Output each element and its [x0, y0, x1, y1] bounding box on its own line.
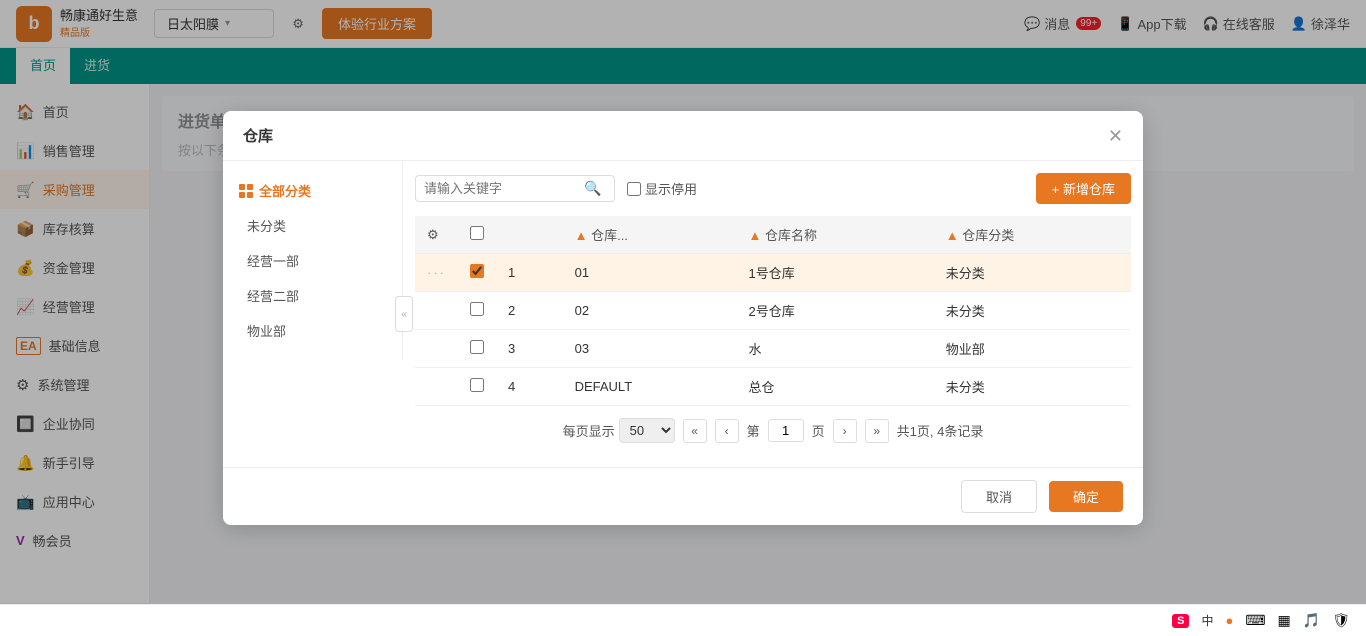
category-all[interactable]: 全部分类	[223, 173, 402, 208]
row-checkbox	[458, 368, 496, 406]
row-checkbox	[458, 254, 496, 292]
row-category: 未分类	[934, 254, 1131, 292]
row-name: 水	[737, 330, 934, 368]
more-icon[interactable]: ···	[427, 265, 446, 280]
warehouse-modal: 仓库 ✕ 全部分类 未分类 经	[223, 111, 1143, 525]
modal-body: 全部分类 未分类 经营一部 经营二部 物业部 « 🔍	[223, 161, 1143, 467]
row-code: 01	[563, 254, 737, 292]
per-page-dropdown[interactable]: 50 10 20 100	[619, 418, 675, 443]
row-index: 2	[496, 292, 563, 330]
row-category: 物业部	[934, 330, 1131, 368]
category-list: 全部分类 未分类 经营一部 经营二部 物业部	[223, 161, 403, 360]
table-row[interactable]: 2 02 2号仓库 未分类	[415, 292, 1131, 330]
shield-icon: 🛡	[1332, 612, 1350, 629]
th-code: ▲ 仓库...	[563, 216, 737, 254]
add-warehouse-button[interactable]: + 新增仓库	[1036, 173, 1131, 204]
last-page-button[interactable]: »	[865, 419, 889, 443]
modal-title: 仓库	[243, 125, 273, 146]
row-check-4[interactable]	[470, 378, 484, 392]
confirm-button[interactable]: 确定	[1049, 481, 1123, 512]
total-info: 共1页, 4条记录	[897, 421, 984, 440]
first-page-button[interactable]: «	[683, 419, 707, 443]
show-disabled-toggle[interactable]: 显示停用	[627, 179, 697, 198]
per-page-select: 每页显示 50 10 20 100	[563, 418, 675, 443]
status-chinese: 中	[1201, 612, 1213, 629]
row-index: 4	[496, 368, 563, 406]
table-row[interactable]: 3 03 水 物业部	[415, 330, 1131, 368]
category-panel: 全部分类 未分类 经营一部 经营二部 物业部 «	[223, 161, 403, 467]
th-index	[496, 216, 563, 254]
keyboard-icon[interactable]: ⌨	[1245, 612, 1265, 629]
page-number-input[interactable]	[768, 419, 804, 442]
table-container: ⚙ ▲ 仓库... ▲ 仓库名称 ▲ 仓库分类 ··· 1 01 1号仓库 未分…	[415, 216, 1131, 406]
cancel-button[interactable]: 取消	[961, 480, 1037, 513]
modal-header: 仓库 ✕	[223, 111, 1143, 161]
row-check-2[interactable]	[470, 302, 484, 316]
status-dot: ●	[1225, 613, 1233, 628]
modal-overlay: 仓库 ✕ 全部分类 未分类 经	[0, 0, 1366, 636]
table-row[interactable]: 4 DEFAULT 总仓 未分类	[415, 368, 1131, 406]
row-settings[interactable]	[415, 368, 458, 406]
row-name: 2号仓库	[737, 292, 934, 330]
music-icon[interactable]: 🎵	[1303, 612, 1320, 629]
row-settings[interactable]	[415, 292, 458, 330]
category-item-ops1[interactable]: 经营一部	[223, 243, 402, 278]
th-name: ▲ 仓库名称	[737, 216, 934, 254]
table-panel: 🔍 显示停用 + 新增仓库 ⚙ ▲ 仓库... ▲ 仓库名称 ▲ 仓库分类	[403, 161, 1143, 467]
row-code: DEFAULT	[563, 368, 737, 406]
grid-icon	[239, 184, 253, 198]
select-all-checkbox[interactable]	[470, 226, 484, 240]
row-settings[interactable]	[415, 330, 458, 368]
row-index: 3	[496, 330, 563, 368]
row-name: 1号仓库	[737, 254, 934, 292]
row-checkbox	[458, 330, 496, 368]
search-input[interactable]	[424, 181, 584, 196]
row-index: 1	[496, 254, 563, 292]
collapse-panel-button[interactable]: «	[395, 296, 413, 332]
table-toolbar: 🔍 显示停用 + 新增仓库	[415, 173, 1131, 204]
show-disabled-checkbox[interactable]	[627, 182, 641, 196]
search-box: 🔍	[415, 175, 615, 202]
prev-page-button[interactable]: ‹	[715, 419, 739, 443]
row-code: 02	[563, 292, 737, 330]
table-row[interactable]: ··· 1 01 1号仓库 未分类	[415, 254, 1131, 292]
row-checkbox	[458, 292, 496, 330]
grid-status-icon[interactable]: ▦	[1278, 612, 1291, 629]
row-category: 未分类	[934, 368, 1131, 406]
table-header-row: ⚙ ▲ 仓库... ▲ 仓库名称 ▲ 仓库分类	[415, 216, 1131, 254]
th-category: ▲ 仓库分类	[934, 216, 1131, 254]
warehouse-table: ⚙ ▲ 仓库... ▲ 仓库名称 ▲ 仓库分类 ··· 1 01 1号仓库 未分…	[415, 216, 1131, 406]
row-code: 03	[563, 330, 737, 368]
row-check-1[interactable]	[470, 264, 484, 278]
next-page-button[interactable]: ›	[833, 419, 857, 443]
row-name: 总仓	[737, 368, 934, 406]
category-all-label: 全部分类	[259, 181, 311, 200]
statusbar: S 中 ● ⌨ ▦ 🎵 🛡	[0, 604, 1366, 636]
close-icon[interactable]: ✕	[1108, 127, 1123, 145]
category-item-property[interactable]: 物业部	[223, 313, 402, 348]
pagination: 每页显示 50 10 20 100 « ‹ 第 页 › »	[415, 406, 1131, 455]
row-check-3[interactable]	[470, 340, 484, 354]
modal-footer: 取消 确定	[223, 467, 1143, 525]
category-item-ops2[interactable]: 经营二部	[223, 278, 402, 313]
status-logo: S	[1172, 614, 1189, 628]
th-checkbox	[458, 216, 496, 254]
category-item-uncategorized[interactable]: 未分类	[223, 208, 402, 243]
row-category: 未分类	[934, 292, 1131, 330]
row-settings[interactable]: ···	[415, 254, 458, 292]
th-settings: ⚙	[415, 216, 458, 254]
search-icon: 🔍	[584, 180, 601, 197]
